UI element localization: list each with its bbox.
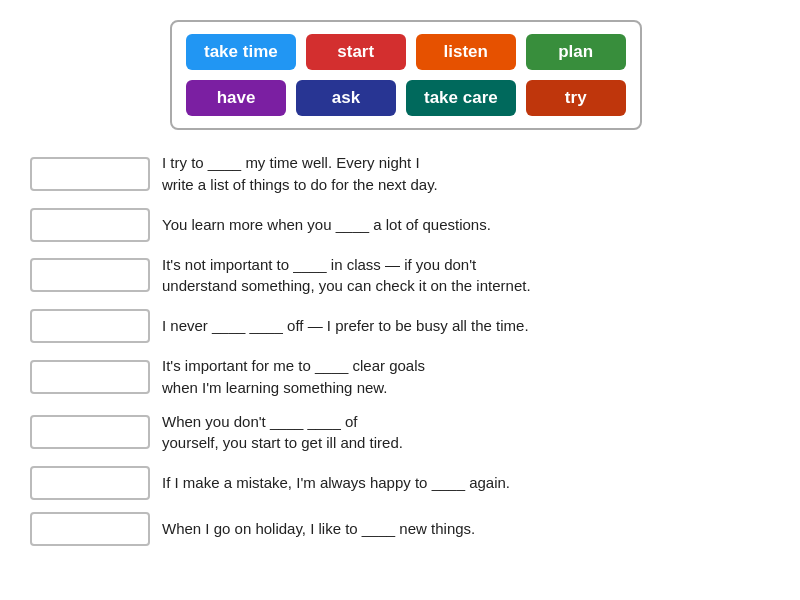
answer-box-5[interactable] [30,360,150,394]
word-bank-row-2: haveask take care try [186,80,626,116]
sentence-row-5: It's important for me to ____ clear goal… [30,351,770,403]
main-container: take time start listen plan haveask take car… [0,0,800,570]
word-btn-listen[interactable]: listen [416,34,516,70]
sentence-row-3: It's not important to ____ in class — if… [30,250,770,302]
answer-box-2[interactable] [30,208,150,242]
sentence-text-6: When you don't ____ ____ ofyourself, you… [162,411,403,455]
word-btn-try[interactable]: try [526,80,626,116]
sentence-text-1: I try to ____ my time well. Every night … [162,152,438,196]
answer-box-1[interactable] [30,157,150,191]
word-btn-take-care[interactable]: take care [406,80,516,116]
word-bank-row-1: take time start listen plan [186,34,626,70]
answer-box-4[interactable] [30,309,150,343]
word-btn-have[interactable]: have [186,80,286,116]
sentence-row-6: When you don't ____ ____ ofyourself, you… [30,407,770,459]
sentence-text-7: If I make a mistake, I'm always happy to… [162,472,510,494]
word-bank: take time start listen plan haveask take car… [170,20,642,130]
sentence-row-1: I try to ____ my time well. Every night … [30,148,770,200]
sentence-text-4: I never ____ ____ off — I prefer to be b… [162,315,529,337]
sentence-text-8: When I go on holiday, I like to ____ new… [162,518,475,540]
sentence-text-2: You learn more when you ____ a lot of qu… [162,214,491,236]
answer-box-6[interactable] [30,415,150,449]
sentence-row-8: When I go on holiday, I like to ____ new… [30,508,770,550]
word-btn-ask[interactable]: ask [296,80,396,116]
sentence-text-5: It's important for me to ____ clear goal… [162,355,425,399]
word-btn-take-time[interactable]: take time [186,34,296,70]
answer-box-3[interactable] [30,258,150,292]
answer-box-7[interactable] [30,466,150,500]
word-btn-start[interactable]: start [306,34,406,70]
sentence-text-3: It's not important to ____ in class — if… [162,254,531,298]
word-btn-plan[interactable]: plan [526,34,626,70]
answer-box-8[interactable] [30,512,150,546]
sentence-row-2: You learn more when you ____ a lot of qu… [30,204,770,246]
sentences-list: I try to ____ my time well. Every night … [30,148,770,550]
sentence-row-4: I never ____ ____ off — I prefer to be b… [30,305,770,347]
sentence-row-7: If I make a mistake, I'm always happy to… [30,462,770,504]
